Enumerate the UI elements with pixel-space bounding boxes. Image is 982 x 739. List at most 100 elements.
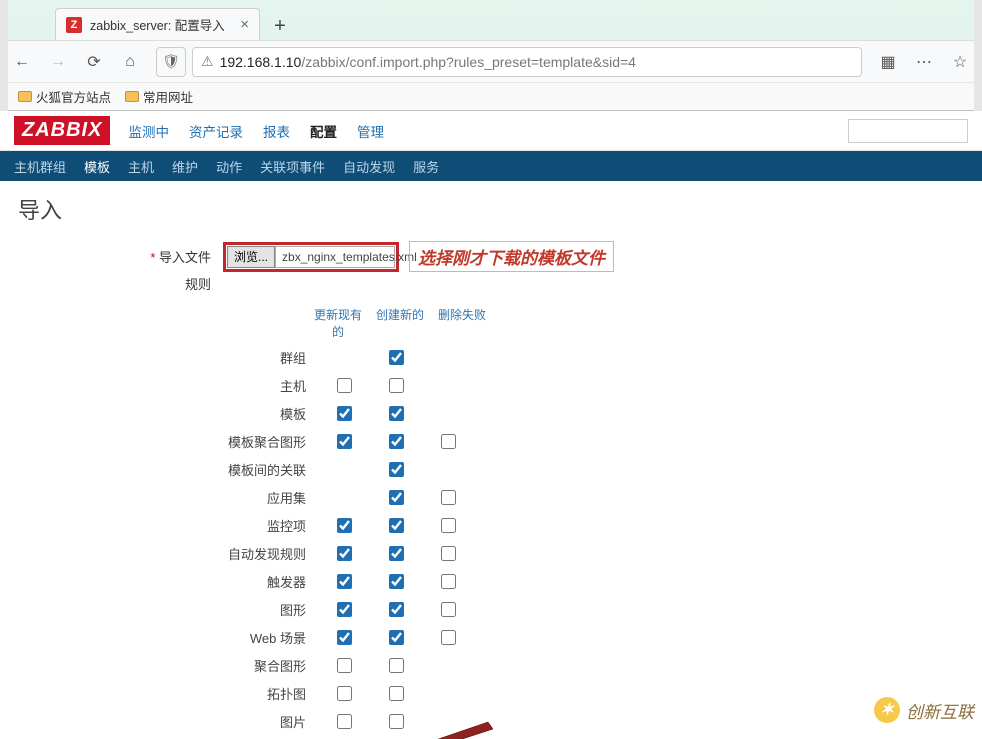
- browse-button[interactable]: 浏览...: [227, 246, 275, 268]
- topmenu-item[interactable]: 配置: [310, 121, 337, 141]
- watermark: ✶ 创新互联: [874, 697, 974, 723]
- tab-title: zabbix_server: 配置导入: [90, 15, 225, 34]
- rule-checkbox[interactable]: [441, 546, 456, 561]
- rule-row: 模板聚合图形: [18, 428, 964, 454]
- rule-checkbox[interactable]: [337, 378, 352, 393]
- rule-checkbox[interactable]: [337, 714, 352, 729]
- submenu-item[interactable]: 主机: [128, 157, 154, 176]
- rule-checkbox[interactable]: [389, 630, 404, 645]
- close-tab-icon[interactable]: ×: [240, 16, 249, 33]
- annotation-text: 选择刚才下载的模板文件: [409, 241, 614, 272]
- rule-checkbox[interactable]: [441, 490, 456, 505]
- bookmark-item[interactable]: 常用网址: [125, 87, 193, 106]
- rule-cell: [318, 378, 370, 393]
- submenu-item[interactable]: 动作: [216, 157, 242, 176]
- new-tab-button[interactable]: +: [266, 12, 294, 40]
- forward-button: →: [42, 46, 74, 78]
- rule-cell: [422, 434, 474, 449]
- rules-columns-header: 更新现有的 创建新的 删除失败: [312, 306, 964, 340]
- rule-checkbox[interactable]: [389, 658, 404, 673]
- rule-checkbox[interactable]: [337, 630, 352, 645]
- folder-icon: [125, 91, 139, 102]
- rule-checkbox[interactable]: [441, 574, 456, 589]
- home-button[interactable]: ⌂: [114, 46, 146, 78]
- rule-checkbox[interactable]: [337, 658, 352, 673]
- rule-label: 群组: [18, 348, 318, 367]
- rule-checkbox[interactable]: [441, 434, 456, 449]
- rule-cell: [370, 574, 422, 589]
- submenu-item[interactable]: 模板: [84, 157, 110, 176]
- rule-row: 拓扑图: [18, 680, 964, 706]
- shield-icon[interactable]: 🛡: [156, 47, 186, 77]
- rules-table: 群组主机模板模板聚合图形模板间的关联应用集监控项自动发现规则触发器图形Web 场…: [18, 344, 964, 739]
- submenu-item[interactable]: 关联项事件: [260, 157, 325, 176]
- rule-cell: [318, 602, 370, 617]
- rule-checkbox[interactable]: [389, 378, 404, 393]
- reload-button[interactable]: ⟳: [78, 46, 110, 78]
- rule-checkbox[interactable]: [441, 630, 456, 645]
- rule-checkbox[interactable]: [389, 602, 404, 617]
- rule-checkbox[interactable]: [337, 602, 352, 617]
- rule-row: 监控项: [18, 512, 964, 538]
- rule-cell: [370, 602, 422, 617]
- rule-checkbox[interactable]: [441, 518, 456, 533]
- rule-checkbox[interactable]: [389, 686, 404, 701]
- rule-checkbox[interactable]: [337, 434, 352, 449]
- rule-label: 模板聚合图形: [18, 432, 318, 451]
- rule-checkbox[interactable]: [389, 434, 404, 449]
- rule-checkbox[interactable]: [389, 462, 404, 477]
- zabbix-logo[interactable]: ZABBIX: [14, 116, 110, 145]
- highlight-box: 浏览... zbx_nginx_templates.xml: [223, 242, 399, 272]
- topmenu-item[interactable]: 资产记录: [189, 121, 243, 141]
- bookmark-star-icon[interactable]: ☆: [944, 46, 976, 78]
- rule-row: 群组: [18, 344, 964, 370]
- back-button[interactable]: ←: [6, 46, 38, 78]
- rule-cell: [370, 462, 422, 477]
- col-update: 更新现有的: [312, 306, 364, 340]
- rule-checkbox[interactable]: [337, 574, 352, 589]
- more-icon[interactable]: ⋯: [908, 46, 940, 78]
- rule-label: 触发器: [18, 572, 318, 591]
- submenu-item[interactable]: 自动发现: [343, 157, 395, 176]
- rule-cell: [318, 574, 370, 589]
- rule-label: 监控项: [18, 516, 318, 535]
- topmenu-item[interactable]: 报表: [263, 121, 290, 141]
- search-input[interactable]: [848, 119, 968, 143]
- rule-cell: [370, 630, 422, 645]
- browser-tab[interactable]: Z zabbix_server: 配置导入 ×: [55, 8, 260, 40]
- rule-cell: [318, 714, 370, 729]
- page-title: 导入: [0, 181, 982, 237]
- rule-cell: [370, 406, 422, 421]
- rule-checkbox[interactable]: [389, 546, 404, 561]
- submenu-item[interactable]: 主机群组: [14, 157, 66, 176]
- rule-checkbox[interactable]: [389, 518, 404, 533]
- rule-cell: [370, 350, 422, 365]
- topmenu-item[interactable]: 监测中: [128, 121, 169, 141]
- rule-checkbox[interactable]: [389, 406, 404, 421]
- rule-checkbox[interactable]: [389, 574, 404, 589]
- rule-cell: [370, 434, 422, 449]
- rule-cell: [370, 686, 422, 701]
- bookmark-item[interactable]: 火狐官方站点: [18, 87, 111, 106]
- rules-label-row: 规则: [18, 274, 964, 300]
- rule-checkbox[interactable]: [389, 350, 404, 365]
- qr-icon[interactable]: ▦: [872, 46, 904, 78]
- watermark-icon: ✶: [874, 697, 900, 723]
- rule-row: 模板间的关联: [18, 456, 964, 482]
- rule-cell: [370, 490, 422, 505]
- submenu-item[interactable]: 维护: [172, 157, 198, 176]
- rule-checkbox[interactable]: [337, 518, 352, 533]
- rule-checkbox[interactable]: [337, 406, 352, 421]
- top-menu: 监测中资产记录报表配置管理: [128, 121, 384, 141]
- topmenu-item[interactable]: 管理: [357, 121, 384, 141]
- rule-checkbox[interactable]: [337, 686, 352, 701]
- rule-label: 聚合图形: [18, 656, 318, 675]
- url-field[interactable]: ⚠ 192.168.1.10/zabbix/conf.import.php?ru…: [192, 47, 862, 77]
- rule-checkbox[interactable]: [441, 602, 456, 617]
- submenu-item[interactable]: 服务: [413, 157, 439, 176]
- rule-checkbox[interactable]: [389, 490, 404, 505]
- rule-checkbox[interactable]: [337, 546, 352, 561]
- file-label: 导入文件: [18, 247, 223, 266]
- page-content: ZABBIX 监测中资产记录报表配置管理 主机群组模板主机维护动作关联项事件自动…: [0, 111, 982, 739]
- rule-checkbox[interactable]: [389, 714, 404, 729]
